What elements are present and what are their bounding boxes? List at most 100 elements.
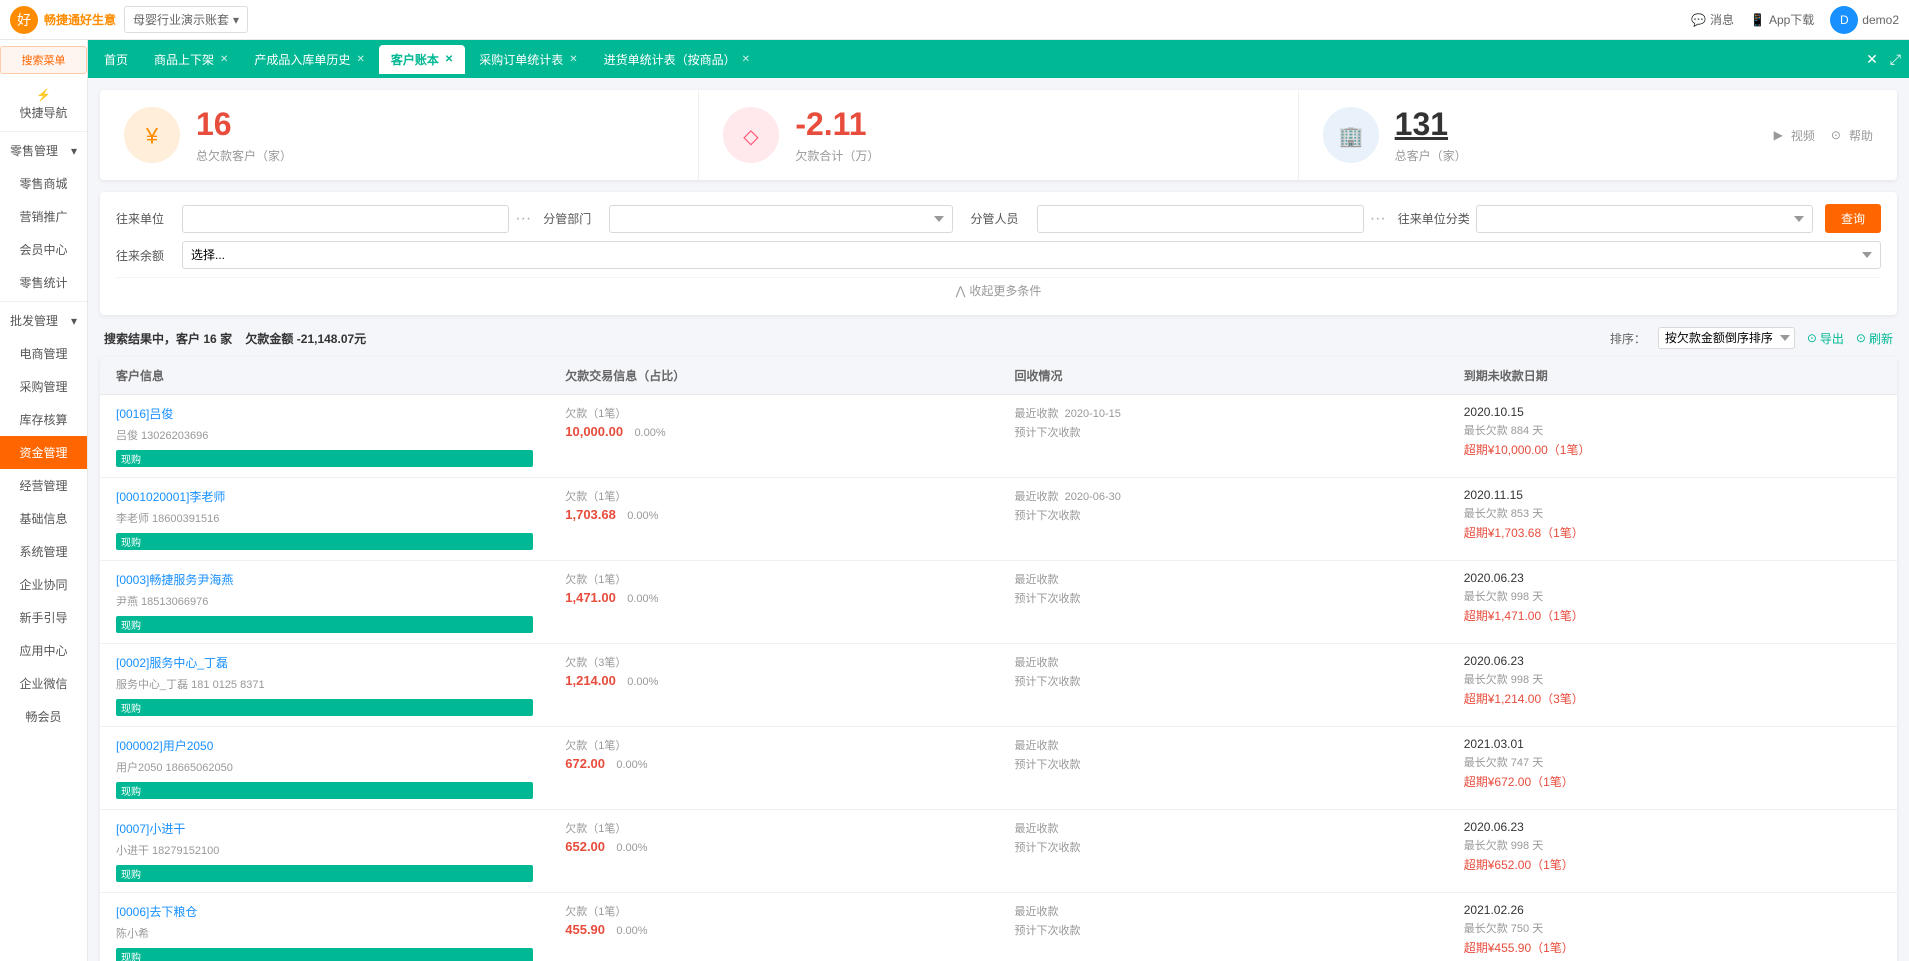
sidebar-item-basic-info[interactable]: 基础信息 [0, 502, 87, 535]
sidebar-item-enterprise-wechat[interactable]: 企业微信 [0, 667, 87, 700]
filter-unit-class-select[interactable] [1476, 205, 1813, 233]
sidebar-item-enterprise-collab[interactable]: 企业协同 [0, 568, 87, 601]
customer-name-0[interactable]: [0016]吕俊 [116, 405, 533, 422]
search-button[interactable]: 查询 [1825, 204, 1881, 233]
refresh-btn[interactable]: ⊙ 刷新 [1856, 330, 1893, 347]
customer-info-5: [0007]小进干 小进干 18279152100 现购 [116, 820, 533, 882]
amount-6[interactable]: 455.90 [565, 922, 605, 937]
sidebar-item-retail-store[interactable]: 零售商城 [0, 167, 87, 200]
overdue-text-0[interactable]: 超期¥10,000.00（1笔） [1464, 441, 1881, 458]
app-download-btn[interactable]: 📱 App下载 [1750, 11, 1814, 28]
stat-card-debt-customers: ¥ 16 总欠款客户（家） [100, 90, 699, 180]
sidebar-item-inventory[interactable]: 库存核算 [0, 403, 87, 436]
customer-name-4[interactable]: [000002]用户2050 [116, 737, 533, 754]
overdue-text-3[interactable]: 超期¥1,214.00（3笔） [1464, 690, 1881, 707]
customer-name-1[interactable]: [0001020001]李老师 [116, 488, 533, 505]
maximize-btn[interactable]: ⤢ [1886, 49, 1905, 70]
tab-home-label: 首页 [104, 51, 128, 68]
amount-5[interactable]: 652.00 [565, 839, 605, 854]
tab-customer-account[interactable]: 客户账本 ✕ [379, 45, 465, 74]
amount-1[interactable]: 1,703.68 [565, 507, 616, 522]
latest-label-4: 最近收款 [1015, 737, 1432, 753]
sidebar-item-app-center[interactable]: 应用中心 [0, 634, 87, 667]
amount-0[interactable]: 10,000.00 [565, 424, 623, 439]
collapse-btn[interactable]: ⋀ 收起更多条件 [116, 277, 1881, 303]
tab-production-history-close[interactable]: ✕ [356, 54, 364, 65]
message-btn[interactable]: 💬 消息 [1691, 11, 1734, 28]
sort-select[interactable]: 按欠款金额倒序排序 [1658, 327, 1795, 349]
due-info-0: 2020.10.15 最长欠款 884 天 超期¥10,000.00（1笔） [1464, 405, 1881, 458]
header-customer-info: 客户信息 [100, 357, 549, 394]
customer-name-6[interactable]: [0006]去下粮仓 [116, 903, 533, 920]
filter-from-unit-input[interactable] [182, 205, 509, 233]
due-info-6: 2021.02.26 最长欠款 750 天 超期¥455.90（1笔） [1464, 903, 1881, 956]
tab-customer-account-label: 客户账本 [391, 51, 439, 68]
tab-purchase-order-stats[interactable]: 采购订单统计表 ✕ [467, 45, 589, 74]
header-debt-info: 欠款交易信息（占比） [549, 357, 998, 394]
filter-person-input[interactable] [1037, 205, 1364, 233]
overdue-text-5[interactable]: 超期¥652.00（1笔） [1464, 856, 1881, 873]
tab-product-listing[interactable]: 商品上下架 ✕ [142, 45, 240, 74]
sidebar-item-quick-nav[interactable]: ⚡ 快捷导航 [0, 80, 87, 129]
marketing-label: 营销推广 [19, 208, 67, 225]
logo-area: 好 畅捷通好生意 [10, 6, 116, 34]
table-row: [0016]吕俊 吕俊 13026203696 现购 欠款（1笔） 10,000… [100, 395, 1897, 478]
search-menu-btn[interactable]: 搜索菜单 [0, 46, 87, 74]
industry-selector[interactable]: 母婴行业演示账套 ▾ [124, 6, 248, 33]
customer-name-3[interactable]: [0002]服务中心_丁磊 [116, 654, 533, 671]
tab-bar: 首页 商品上下架 ✕ 产成品入库单历史 ✕ 客户账本 ✕ 采购订单统计表 ✕ 进… [88, 40, 1909, 78]
stats-row: ¥ 16 总欠款客户（家） ◇ [100, 90, 1897, 180]
filter-from-unit-ellipsis[interactable]: ··· [515, 210, 531, 228]
filter-dept-select[interactable] [609, 205, 952, 233]
tab-purchase-stats-by-product-close[interactable]: ✕ [742, 54, 750, 65]
sidebar-item-ecommerce[interactable]: 电商管理 [0, 337, 87, 370]
overdue-text-2[interactable]: 超期¥1,471.00（1笔） [1464, 607, 1881, 624]
tab-purchase-order-stats-close[interactable]: ✕ [569, 54, 577, 65]
filter-person-ellipsis[interactable]: ··· [1370, 210, 1386, 228]
amount-2[interactable]: 1,471.00 [565, 590, 616, 605]
inventory-label: 库存核算 [19, 411, 67, 428]
top-bar-right: 💬 消息 📱 App下载 D demo2 [1691, 6, 1899, 34]
overdue-text-1[interactable]: 超期¥1,703.68（1笔） [1464, 524, 1881, 541]
overdue-text-6[interactable]: 超期¥455.90（1笔） [1464, 939, 1881, 956]
help-link[interactable]: 帮助 [1849, 127, 1873, 144]
sidebar-item-member-plus[interactable]: 畅会员 [0, 700, 87, 733]
due-date-2: 2020.06.23 [1464, 571, 1881, 585]
amount-4[interactable]: 672.00 [565, 756, 605, 771]
user-area[interactable]: D demo2 [1830, 6, 1899, 34]
due-info-2: 2020.06.23 最长欠款 998 天 超期¥1,471.00（1笔） [1464, 571, 1881, 624]
sidebar-item-marketing[interactable]: 营销推广 [0, 200, 87, 233]
sidebar-item-new-guide[interactable]: 新手引导 [0, 601, 87, 634]
sidebar-item-retail-stats[interactable]: 零售统计 [0, 266, 87, 299]
sidebar-item-operations[interactable]: 经营管理 [0, 469, 87, 502]
sidebar-item-finance[interactable]: 资金管理 [0, 436, 87, 469]
overdue-text-4[interactable]: 超期¥672.00（1笔） [1464, 773, 1881, 790]
cell-debt-5: 欠款（1笔） 652.00 0.00% [549, 810, 998, 892]
basic-info-label: 基础信息 [19, 510, 67, 527]
tab-product-listing-close[interactable]: ✕ [220, 54, 228, 65]
customer-name-5[interactable]: [0007]小进干 [116, 820, 533, 837]
sidebar-item-purchase[interactable]: 采购管理 [0, 370, 87, 403]
customer-name-2[interactable]: [0003]畅捷服务尹海燕 [116, 571, 533, 588]
chevron-down-icon-retail: ▾ [71, 144, 77, 158]
tab-purchase-stats-by-product[interactable]: 进货单统计表（按商品） ✕ [592, 45, 762, 74]
tab-customer-account-close[interactable]: ✕ [445, 54, 453, 65]
export-btn[interactable]: ⊙ 导出 [1807, 330, 1844, 347]
filter-dept-label: 分管部门 [543, 210, 603, 227]
ecommerce-label: 电商管理 [19, 345, 67, 362]
close-all-tabs-btn[interactable]: ✕ [1862, 49, 1882, 70]
filter-from-balance-select[interactable]: 选择... [182, 241, 1881, 269]
stat-card-debt-total: ◇ -2.11 欠款合计（万） [699, 90, 1298, 180]
amount-3[interactable]: 1,214.00 [565, 673, 616, 688]
sidebar-item-retail-mgmt[interactable]: 零售管理 ▾ [0, 134, 87, 167]
sidebar-item-member[interactable]: 会员中心 [0, 233, 87, 266]
tab-production-history[interactable]: 产成品入库单历史 ✕ [242, 45, 376, 74]
sidebar-item-wholesale-mgmt[interactable]: 批发管理 ▾ [0, 304, 87, 337]
latest-label-3: 最近收款 [1015, 654, 1432, 670]
video-link[interactable]: 视频 [1791, 127, 1815, 144]
tab-home[interactable]: 首页 [92, 45, 140, 74]
sidebar: 搜索菜单 ⚡ 快捷导航 零售管理 ▾ 零售商城 营销推广 会员中心 零售统计 批… [0, 40, 88, 961]
svg-text:🏢: 🏢 [1338, 126, 1363, 148]
table-row: [0006]去下粮仓 陈小希 现购 欠款（1笔） 455.90 0.00% [100, 893, 1897, 961]
sidebar-item-system[interactable]: 系统管理 [0, 535, 87, 568]
